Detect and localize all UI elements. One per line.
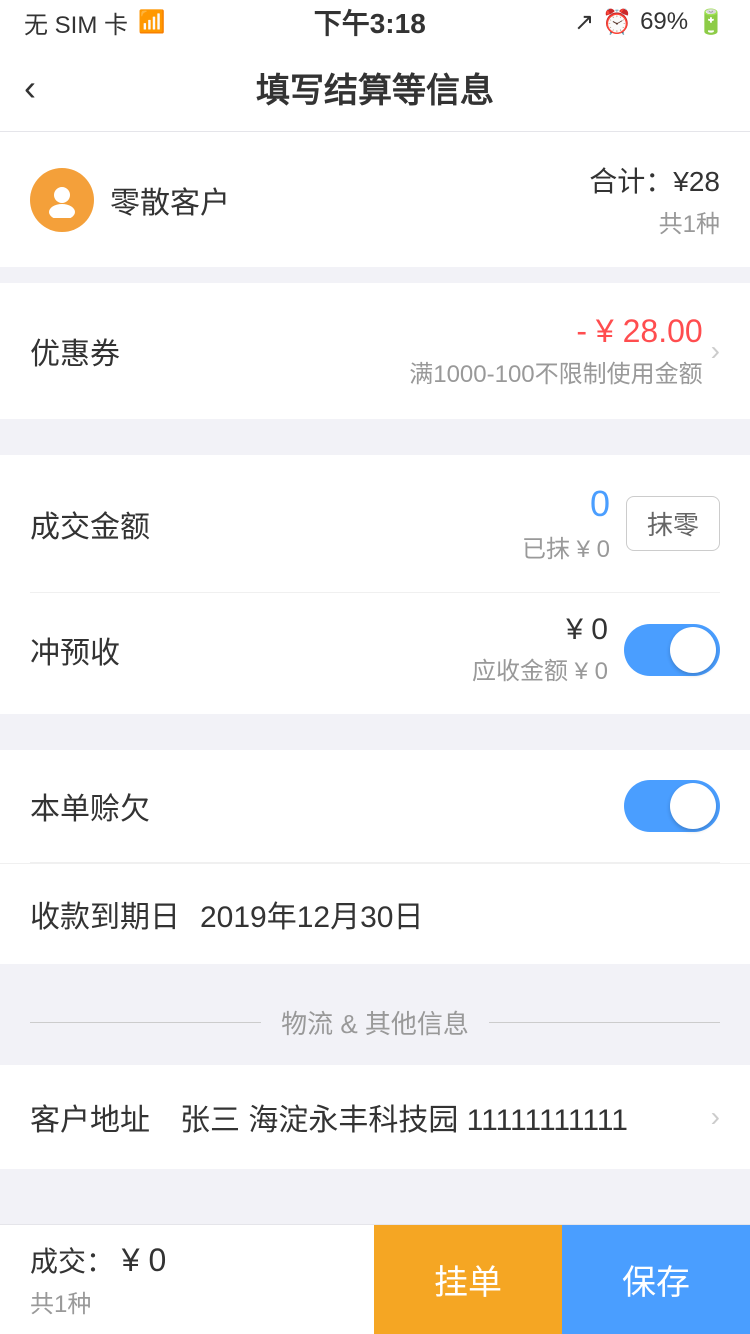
toggle-knob bbox=[670, 627, 716, 673]
customer-name: 零散客户 bbox=[110, 178, 230, 222]
bottom-deal-row: 成交： ¥ 0 bbox=[30, 1240, 344, 1280]
prepay-amount: ¥ 0 bbox=[472, 613, 608, 647]
status-bar: 无 SIM 卡 📶 下午3:18 ↗ ⏰ 69% 🔋 bbox=[0, 0, 750, 44]
customer-left: 零散客户 bbox=[30, 168, 230, 232]
status-right: ↗ ⏰ 69% 🔋 bbox=[574, 8, 726, 37]
transaction-sub: 已抹 ¥ 0 bbox=[522, 529, 610, 564]
prepay-right: ¥ 0 应收金额 ¥ 0 bbox=[472, 613, 720, 686]
customer-count: 共1种 bbox=[589, 204, 720, 239]
sim-status: 无 SIM 卡 bbox=[24, 5, 128, 40]
page-title: 填写结算等信息 bbox=[256, 63, 494, 112]
address-label: 客户地址 bbox=[30, 1095, 150, 1139]
coupon-row[interactable]: 优惠券 - ¥ 28.00 满1000-100不限制使用金额 › bbox=[0, 283, 750, 419]
address-section: 客户地址 张三 海淀永丰科技园 11111111111 › bbox=[0, 1065, 750, 1169]
credit-row: 本单赊欠 bbox=[0, 750, 750, 862]
section-separator-2 bbox=[0, 714, 750, 734]
credit-section: 本单赊欠 收款到期日 2019年12月30日 bbox=[0, 750, 750, 964]
due-date-value: 2019年12月30日 bbox=[200, 892, 423, 936]
logistics-line-right bbox=[489, 1022, 720, 1023]
prepay-sub: 应收金额 ¥ 0 bbox=[472, 651, 608, 686]
coupon-right: - ¥ 28.00 满1000-100不限制使用金额 › bbox=[409, 313, 720, 389]
transaction-label: 成交金额 bbox=[30, 502, 150, 546]
address-value: 张三 海淀永丰科技园 11111111111 bbox=[180, 1095, 711, 1139]
coupon-right-content: - ¥ 28.00 满1000-100不限制使用金额 bbox=[409, 313, 702, 389]
coupon-amount: - ¥ 28.00 bbox=[409, 313, 702, 350]
coupon-section: 优惠券 - ¥ 28.00 满1000-100不限制使用金额 › bbox=[0, 283, 750, 419]
credit-label: 本单赊欠 bbox=[30, 784, 150, 828]
alarm-icon: ⏰ bbox=[602, 8, 632, 37]
customer-right: 合计：¥28 共1种 bbox=[589, 160, 720, 239]
logistics-header: 物流 & 其他信息 bbox=[0, 980, 750, 1065]
transaction-row: 成交金额 0 已抹 ¥ 0 抹零 bbox=[0, 455, 750, 592]
bottom-bar: 成交： ¥ 0 共1种 挂单 保存 bbox=[0, 1224, 750, 1334]
address-row[interactable]: 客户地址 张三 海淀永丰科技园 11111111111 › bbox=[0, 1065, 750, 1169]
due-date-row: 收款到期日 2019年12月30日 bbox=[0, 863, 750, 964]
back-button[interactable]: ‹ bbox=[24, 67, 36, 109]
prepay-label: 冲预收 bbox=[30, 628, 120, 672]
bottom-deal-label: 成交： bbox=[30, 1246, 114, 1277]
transaction-amount[interactable]: 0 bbox=[550, 483, 610, 525]
customer-total: 合计：¥28 bbox=[589, 160, 720, 200]
transaction-section: 成交金额 0 已抹 ¥ 0 抹零 冲预收 ¥ 0 应收金额 ¥ 0 bbox=[0, 455, 750, 714]
logistics-section: 物流 & 其他信息 bbox=[0, 980, 750, 1065]
bottom-deal-amount: ¥ 0 bbox=[122, 1242, 166, 1278]
nav-bar: ‹ 填写结算等信息 bbox=[0, 44, 750, 132]
customer-section: 零散客户 合计：¥28 共1种 bbox=[0, 132, 750, 267]
chevron-right-icon: › bbox=[711, 335, 720, 367]
status-time: 下午3:18 bbox=[314, 2, 426, 42]
battery-level: 69% bbox=[640, 8, 688, 36]
location-icon: ↗ bbox=[574, 8, 594, 37]
prepay-col: ¥ 0 应收金额 ¥ 0 bbox=[472, 613, 608, 686]
bottom-count: 共1种 bbox=[30, 1284, 344, 1319]
coupon-label: 优惠券 bbox=[30, 329, 120, 373]
avatar bbox=[30, 168, 94, 232]
credit-toggle-knob bbox=[670, 783, 716, 829]
bottom-info: 成交： ¥ 0 共1种 bbox=[0, 1240, 374, 1319]
section-separator-1 bbox=[0, 435, 750, 455]
battery-icon: 🔋 bbox=[696, 8, 726, 37]
amount-col: 0 已抹 ¥ 0 bbox=[522, 483, 610, 564]
prepay-toggle[interactable] bbox=[624, 624, 720, 676]
round-zero-button[interactable]: 抹零 bbox=[626, 496, 720, 551]
address-chevron-icon: › bbox=[711, 1101, 720, 1133]
logistics-line-left bbox=[30, 1022, 261, 1023]
prepay-row: 冲预收 ¥ 0 应收金额 ¥ 0 bbox=[0, 593, 750, 714]
logistics-title: 物流 & 其他信息 bbox=[281, 1004, 469, 1041]
customer-row: 零散客户 合计：¥28 共1种 bbox=[0, 132, 750, 267]
due-date-label: 收款到期日 bbox=[30, 892, 180, 936]
transaction-right: 0 已抹 ¥ 0 抹零 bbox=[522, 483, 720, 564]
coupon-desc: 满1000-100不限制使用金额 bbox=[409, 354, 702, 389]
wifi-icon: 📶 bbox=[138, 9, 165, 35]
save-button[interactable]: 保存 bbox=[562, 1225, 750, 1334]
status-left: 无 SIM 卡 📶 bbox=[24, 5, 165, 40]
hold-button[interactable]: 挂单 bbox=[374, 1225, 562, 1334]
credit-toggle[interactable] bbox=[624, 780, 720, 832]
